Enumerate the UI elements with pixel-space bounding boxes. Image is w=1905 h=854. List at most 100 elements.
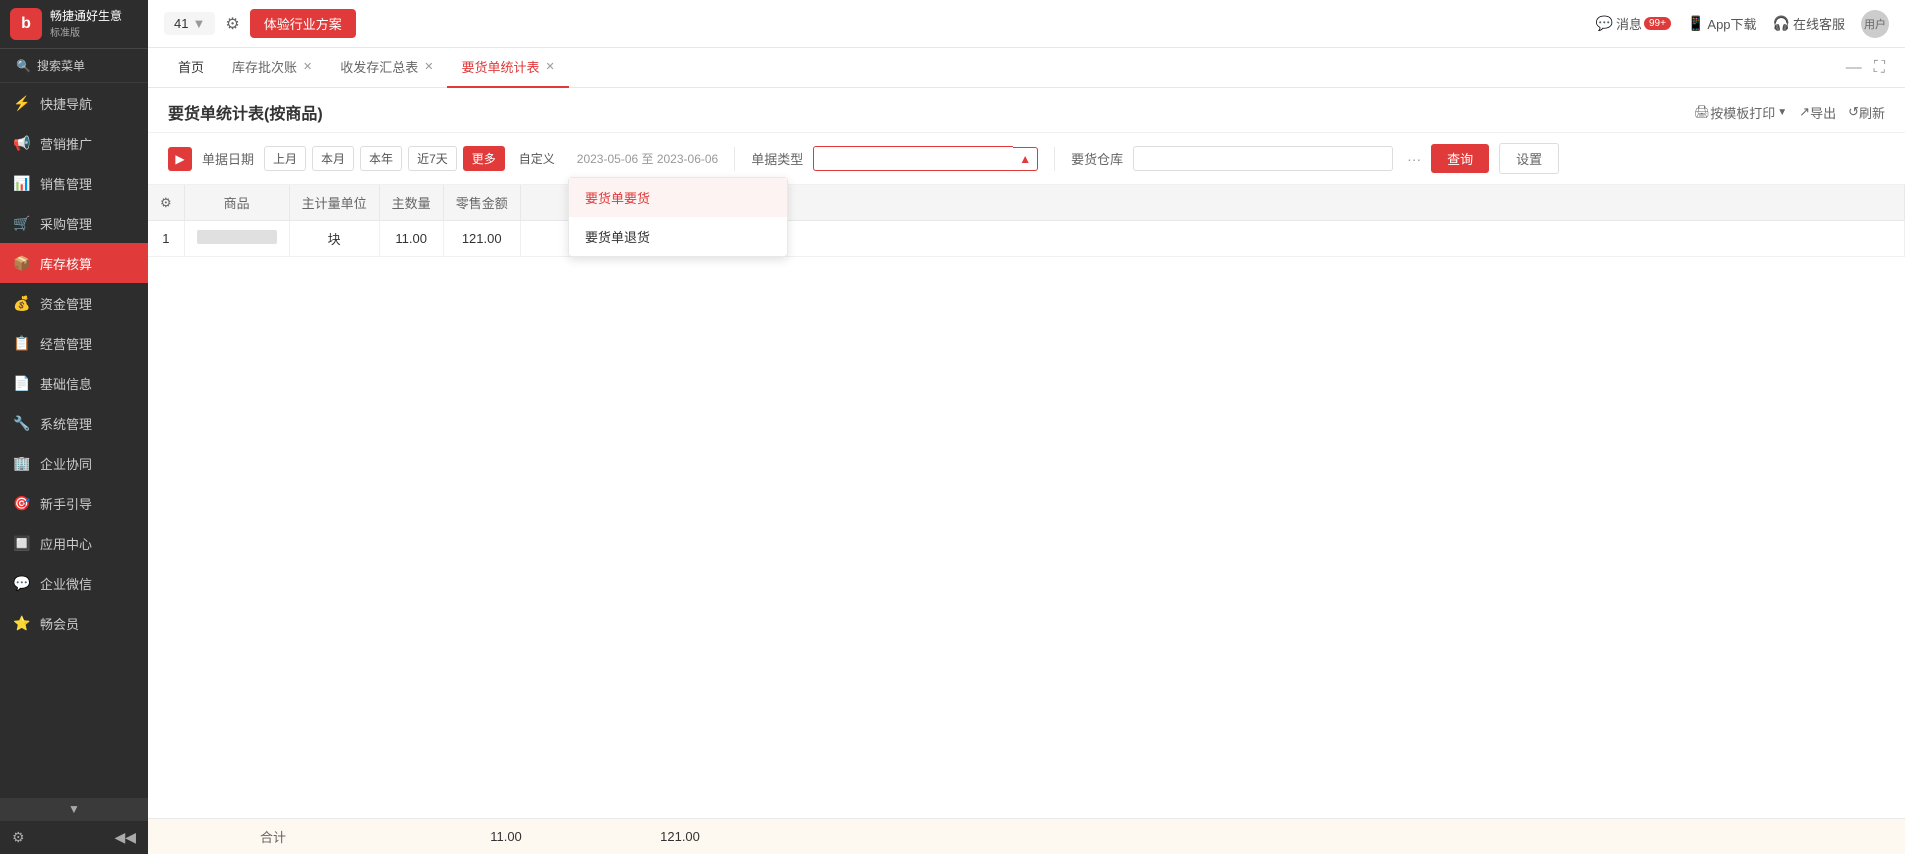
store-selector[interactable]: 41 ▼ bbox=[164, 12, 215, 35]
date-label: 单据日期 bbox=[202, 149, 254, 168]
date-btn-7days[interactable]: 近7天 bbox=[408, 146, 457, 171]
filter-settings-btn[interactable]: 设置 bbox=[1499, 143, 1559, 174]
topbar-settings-icon[interactable]: ⚙ bbox=[225, 14, 239, 34]
refresh-btn[interactable]: ↺ 刷新 bbox=[1848, 103, 1885, 122]
sidebar-item-inventory[interactable]: 📦 库存核算 bbox=[0, 243, 148, 283]
tab-order-stats[interactable]: 要货单统计表 ✕ bbox=[447, 48, 568, 88]
store-arrow-icon: ▼ bbox=[192, 16, 205, 31]
row-amount: 121.00 bbox=[443, 221, 520, 257]
print-dropdown-icon: ▼ bbox=[1777, 107, 1787, 118]
tab-inventory-batch[interactable]: 库存批次账 ✕ bbox=[218, 48, 326, 88]
th-settings[interactable]: ⚙ bbox=[148, 185, 184, 221]
shortcut-icon: ⚡ bbox=[12, 93, 32, 113]
sidebar-item-purchase[interactable]: 🛒 采购管理 bbox=[0, 203, 148, 243]
type-input[interactable] bbox=[813, 146, 1013, 171]
warehouse-more-btn[interactable]: ··· bbox=[1407, 151, 1421, 167]
date-btn-custom[interactable]: 自定义 bbox=[511, 147, 563, 170]
filter-divider-2 bbox=[1054, 147, 1055, 171]
date-btn-more[interactable]: 更多 bbox=[463, 146, 505, 171]
trial-btn[interactable]: 体验行业方案 bbox=[250, 9, 356, 38]
wechat-icon: 💬 bbox=[12, 573, 32, 593]
search-icon: 🔍 bbox=[16, 59, 31, 73]
date-btn-last-month[interactable]: 上月 bbox=[264, 146, 306, 171]
type-dropdown-arrow[interactable]: ▲ bbox=[1013, 147, 1038, 171]
sidebar-item-wechat[interactable]: 💬 企业微信 bbox=[0, 563, 148, 603]
service-icon: 🎧 bbox=[1773, 15, 1790, 32]
topbar: 41 ▼ ⚙ 体验行业方案 💬 消息 99+ 📱 App下载 🎧 在线客服 用户 bbox=[148, 0, 1905, 48]
row-qty: 11.00 bbox=[379, 221, 443, 257]
type-dropdown-menu: 要货单要货 要货单退货 bbox=[568, 177, 788, 257]
sidebar-search[interactable]: 🔍 搜索菜单 bbox=[0, 49, 148, 83]
table-settings-icon[interactable]: ⚙ bbox=[160, 195, 172, 210]
tab-close-order-stats[interactable]: ✕ bbox=[546, 60, 555, 73]
tab-close-inventory-batch[interactable]: ✕ bbox=[303, 60, 312, 73]
date-shortcuts: 上月 本月 本年 近7天 更多 自定义 bbox=[264, 146, 563, 171]
purchase-icon: 🛒 bbox=[12, 213, 32, 233]
tab-close-receivable-summary[interactable]: ✕ bbox=[424, 60, 433, 73]
print-icon: 🖨 bbox=[1694, 104, 1711, 120]
sidebar-item-enterprise[interactable]: 🏢 企业协同 bbox=[0, 443, 148, 483]
tab-home[interactable]: 首页 bbox=[164, 48, 218, 88]
export-icon: ↗ bbox=[1799, 104, 1810, 120]
tab-minimize-btn[interactable]: — bbox=[1842, 55, 1866, 81]
inventory-icon: 📦 bbox=[12, 253, 32, 273]
sidebar-item-guide[interactable]: 🎯 新手引导 bbox=[0, 483, 148, 523]
type-input-wrapper: ▲ bbox=[813, 146, 1038, 171]
print-btn[interactable]: 🖨 按模板打印 ▼ bbox=[1694, 103, 1787, 122]
sidebar-item-system[interactable]: 🔧 系统管理 bbox=[0, 403, 148, 443]
sidebar-item-apps[interactable]: 🔲 应用中心 bbox=[0, 523, 148, 563]
warehouse-label: 要货仓库 bbox=[1071, 149, 1123, 168]
sidebar-scroll-down[interactable]: ▼ bbox=[0, 798, 148, 820]
messages-icon: 💬 bbox=[1596, 15, 1613, 32]
sidebar-item-basic-info[interactable]: 📄 基础信息 bbox=[0, 363, 148, 403]
sidebar-settings-icon[interactable]: ⚙ bbox=[12, 829, 25, 846]
row-unit: 块 bbox=[289, 221, 379, 257]
enterprise-icon: 🏢 bbox=[12, 453, 32, 473]
data-table: ⚙ 商品 主计量单位 主数量 零售金额 1 bbox=[148, 185, 1905, 257]
th-unit: 主计量单位 bbox=[289, 185, 379, 221]
finance-icon: 💰 bbox=[12, 293, 32, 313]
date-range-display: 2023-05-06 至 2023-06-06 bbox=[577, 150, 718, 167]
tab-maximize-btn[interactable]: ⛶ bbox=[1870, 55, 1889, 81]
messages-btn[interactable]: 💬 消息 99+ bbox=[1596, 14, 1671, 33]
footer-label: 合计 bbox=[260, 827, 286, 846]
footer-total-qty: 11.00 bbox=[466, 829, 546, 844]
tabs-bar: 首页 库存批次账 ✕ 收发存汇总表 ✕ 要货单统计表 ✕ — ⛶ bbox=[148, 48, 1905, 88]
app-download-btn[interactable]: 📱 App下载 bbox=[1687, 14, 1757, 33]
filter-expand-btn[interactable]: ▶ bbox=[168, 147, 192, 171]
page-content: 要货单统计表(按商品) 🖨 按模板打印 ▼ ↗ 导出 ↺ 刷新 ▶ bbox=[148, 88, 1905, 854]
type-label: 单据类型 bbox=[751, 149, 803, 168]
dropdown-item-order-goods[interactable]: 要货单要货 bbox=[569, 178, 787, 217]
members-icon: ⭐ bbox=[12, 613, 32, 633]
tabs-right: — ⛶ bbox=[1842, 55, 1889, 81]
sidebar-bottom: ⚙ ◀◀ bbox=[0, 820, 148, 854]
sidebar-nav: ⚡ 快捷导航 📢 营销推广 📊 销售管理 🛒 采购管理 📦 库存核算 💰 资金管… bbox=[0, 83, 148, 798]
tab-receivable-summary[interactable]: 收发存汇总表 ✕ bbox=[326, 48, 447, 88]
refresh-icon: ↺ bbox=[1848, 104, 1859, 120]
page-header-actions: 🖨 按模板打印 ▼ ↗ 导出 ↺ 刷新 bbox=[1694, 103, 1885, 122]
footer-total-amount: 121.00 bbox=[640, 829, 720, 844]
sidebar: b 畅捷通好生意 标准版 🔍 搜索菜单 ⚡ 快捷导航 📢 营销推广 📊 销售管理… bbox=[0, 0, 148, 854]
date-btn-this-month[interactable]: 本月 bbox=[312, 146, 354, 171]
query-btn[interactable]: 查询 bbox=[1431, 144, 1489, 173]
operations-icon: 📋 bbox=[12, 333, 32, 353]
warehouse-input[interactable] bbox=[1133, 146, 1393, 171]
system-icon: 🔧 bbox=[12, 413, 32, 433]
dropdown-item-order-return[interactable]: 要货单退货 bbox=[569, 217, 787, 256]
sidebar-item-members[interactable]: ⭐ 畅会员 bbox=[0, 603, 148, 643]
sidebar-item-finance[interactable]: 💰 资金管理 bbox=[0, 283, 148, 323]
th-qty: 主数量 bbox=[379, 185, 443, 221]
date-btn-this-year[interactable]: 本年 bbox=[360, 146, 402, 171]
sidebar-item-operations[interactable]: 📋 经营管理 bbox=[0, 323, 148, 363]
user-avatar[interactable]: 用户 bbox=[1861, 10, 1889, 38]
sidebar-item-shortcut[interactable]: ⚡ 快捷导航 bbox=[0, 83, 148, 123]
apps-icon: 🔲 bbox=[12, 533, 32, 553]
online-service-btn[interactable]: 🎧 在线客服 bbox=[1773, 14, 1845, 33]
filter-divider-1 bbox=[734, 147, 735, 171]
sidebar-item-sales[interactable]: 📊 销售管理 bbox=[0, 163, 148, 203]
sidebar-item-marketing[interactable]: 📢 营销推广 bbox=[0, 123, 148, 163]
export-btn[interactable]: ↗ 导出 bbox=[1799, 103, 1836, 122]
sidebar-collapse-icon[interactable]: ◀◀ bbox=[114, 829, 136, 846]
topbar-left: 41 ▼ ⚙ 体验行业方案 bbox=[164, 9, 1596, 38]
th-goods: 商品 bbox=[184, 185, 289, 221]
